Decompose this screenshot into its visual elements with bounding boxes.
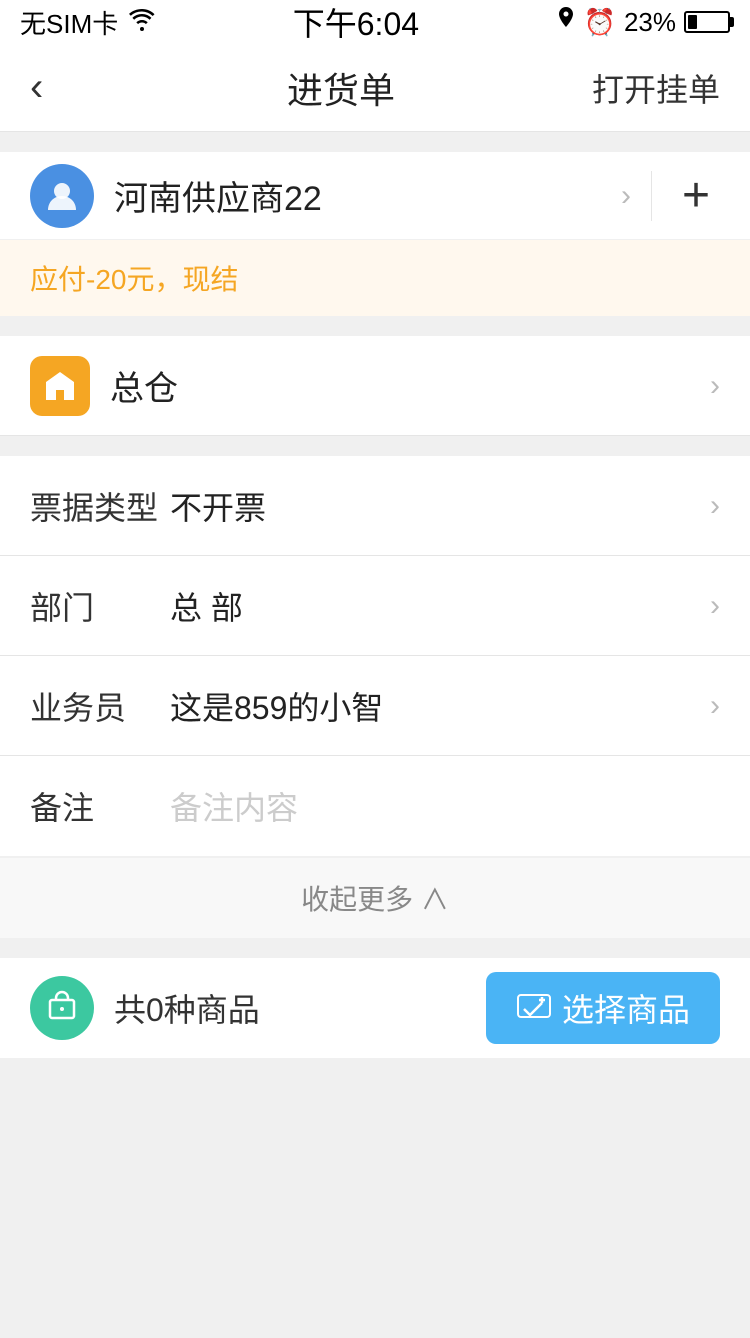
footer-area <box>0 1058 750 1338</box>
staff-row[interactable]: 业务员 这是859的小智 › <box>0 656 750 756</box>
product-icon <box>30 976 94 1040</box>
warehouse-chevron-icon: › <box>710 369 720 403</box>
invoice-chevron-icon: › <box>710 489 720 523</box>
nav-bar: ‹ 进货单 打开挂单 <box>0 44 750 132</box>
status-right: ⏰ 23% <box>556 7 730 38</box>
add-button[interactable]: + <box>672 168 720 223</box>
collapse-row[interactable]: 收起更多 ∧ <box>0 858 750 938</box>
warehouse-name: 总仓 <box>110 361 710 410</box>
invoice-value: 不开票 <box>170 483 710 529</box>
staff-value: 这是859的小智 <box>170 683 710 729</box>
invoice-label: 票据类型 <box>30 483 170 529</box>
alarm-icon: ⏰ <box>584 7 616 38</box>
divider-1 <box>0 132 750 152</box>
dept-row[interactable]: 部门 总 部 › <box>0 556 750 656</box>
battery-icon <box>684 11 730 33</box>
carrier-label: 无SIM卡 <box>20 4 118 41</box>
remark-input[interactable]: 备注内容 <box>170 783 720 829</box>
warehouse-icon <box>30 356 90 416</box>
open-pending-button[interactable]: 打开挂单 <box>592 65 720 111</box>
supplier-avatar <box>30 164 94 228</box>
location-icon <box>556 7 576 38</box>
staff-chevron-icon: › <box>710 689 720 723</box>
bottom-bar: 共0种商品 选择商品 <box>0 958 750 1058</box>
form-section: 票据类型 不开票 › 部门 总 部 › 业务员 这是859的小智 › 备注 备注… <box>0 456 750 856</box>
vertical-divider <box>651 171 652 221</box>
battery-percent: 23% <box>624 7 676 38</box>
invoice-row[interactable]: 票据类型 不开票 › <box>0 456 750 556</box>
supplier-row[interactable]: 河南供应商22 › + <box>0 152 750 240</box>
back-button[interactable]: ‹ <box>30 65 90 110</box>
dept-label: 部门 <box>30 583 170 629</box>
select-product-label: 选择商品 <box>562 985 690 1031</box>
wifi-icon <box>128 7 156 38</box>
notice-row: 应付-20元，现结 <box>0 240 750 316</box>
remark-label: 备注 <box>30 783 170 829</box>
dept-chevron-icon: › <box>710 589 720 623</box>
status-left: 无SIM卡 <box>20 4 156 41</box>
supplier-section: 河南供应商22 › + 应付-20元，现结 <box>0 152 750 316</box>
supplier-chevron-icon: › <box>621 179 631 213</box>
supplier-name: 河南供应商22 <box>114 171 621 220</box>
warehouse-row[interactable]: 总仓 › <box>0 336 750 436</box>
remark-row[interactable]: 备注 备注内容 <box>0 756 750 856</box>
staff-label: 业务员 <box>30 683 170 729</box>
product-count-label: 共0种商品 <box>114 985 486 1031</box>
status-bar: 无SIM卡 下午6:04 ⏰ 23% <box>0 0 750 44</box>
dept-value: 总 部 <box>170 583 710 629</box>
page-title: 进货单 <box>287 62 395 114</box>
status-time: 下午6:04 <box>293 0 419 45</box>
select-product-button[interactable]: 选择商品 <box>486 972 720 1044</box>
warehouse-section: 总仓 › <box>0 336 750 436</box>
